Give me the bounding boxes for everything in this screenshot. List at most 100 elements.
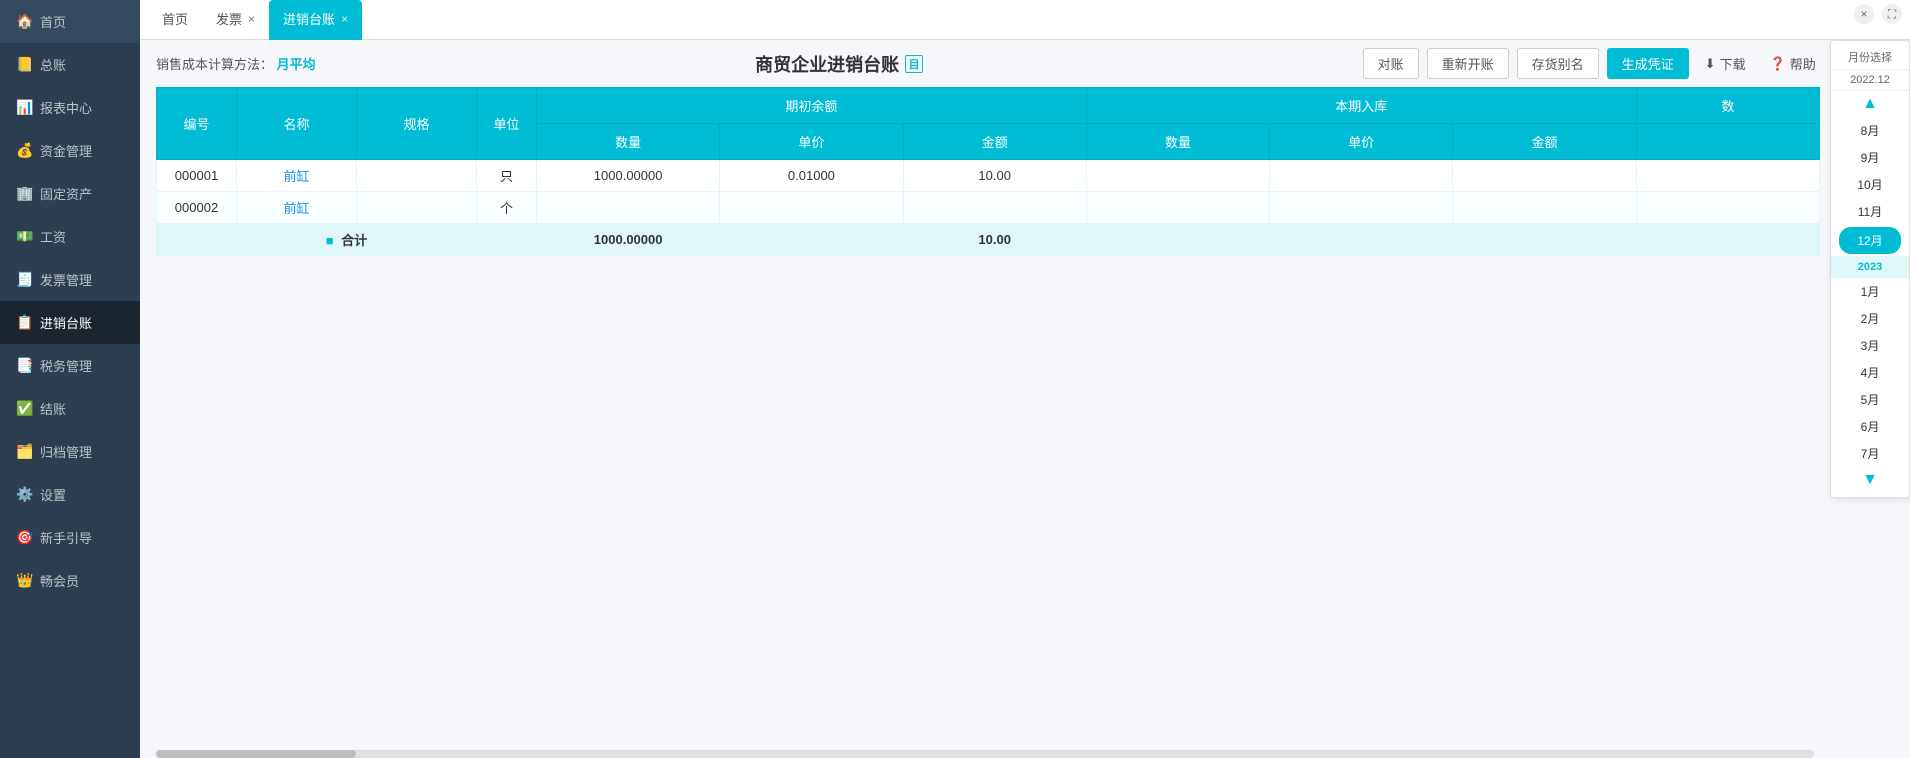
cell-ob-qty bbox=[537, 192, 720, 224]
cell-unit: 个 bbox=[477, 192, 537, 224]
window-controls: × ⛶ bbox=[1854, 4, 1902, 24]
cell-out-qty bbox=[1636, 160, 1819, 192]
sidebar-item-settings[interactable]: ⚙️ 设置 bbox=[0, 473, 140, 516]
total-label: ■ 合计 bbox=[157, 224, 537, 256]
help-button[interactable]: ❓ 帮助 bbox=[1762, 49, 1824, 78]
main-table: 编号 名称 规格 单位 期初余额 本期入库 数 数量 单价 金额 数量 单价 bbox=[156, 87, 1820, 256]
sidebar-item-home[interactable]: 🏠 首页 bbox=[0, 0, 140, 43]
cell-code: 000001 bbox=[157, 160, 237, 192]
scroll-up-button[interactable]: ▲ bbox=[1831, 91, 1909, 117]
content-area: 销售成本计算方法： 月平均 商贸企业进销台账 目 对账 重新开账 存货别名 生成… bbox=[140, 40, 1910, 758]
help-icon: ❓ bbox=[1770, 56, 1786, 72]
cell-in-qty bbox=[1086, 160, 1269, 192]
sidebar: 🏠 首页 📒 总账 📊 报表中心 💰 资金管理 🏢 固定资产 💵 工资 🧾 发票… bbox=[0, 0, 140, 758]
sidebar-item-purchase-sales[interactable]: 📋 进销台账 bbox=[0, 301, 140, 344]
sidebar-item-salary[interactable]: 💵 工资 bbox=[0, 215, 140, 258]
month-picker-panel: 月份选择 2022.12 ▲ 8月 9月 10月 11月 12月 2023 1月… bbox=[1830, 40, 1910, 498]
tab-purchase-sales[interactable]: 进销台账 × bbox=[269, 0, 362, 40]
table-row: 000002 前缸 个 bbox=[157, 192, 1820, 224]
generate-voucher-button[interactable]: 生成凭证 bbox=[1607, 48, 1689, 79]
sidebar-item-tax[interactable]: 📑 税务管理 bbox=[0, 344, 140, 387]
cell-name: 前缸 bbox=[237, 160, 357, 192]
reopen-button[interactable]: 重新开账 bbox=[1427, 48, 1509, 79]
assets-icon: 🏢 bbox=[16, 185, 32, 202]
horizontal-scrollbar[interactable] bbox=[156, 750, 1814, 758]
guide-icon: 🎯 bbox=[16, 529, 32, 546]
cell-unit: 只 bbox=[477, 160, 537, 192]
col-in-qty: 数量 bbox=[1086, 124, 1269, 160]
month-item-2023-1[interactable]: 1月 bbox=[1831, 278, 1909, 305]
scrollbar-thumb[interactable] bbox=[156, 750, 356, 758]
col-opening-balance: 期初余额 bbox=[537, 88, 1087, 124]
col-ob-amount: 金额 bbox=[903, 124, 1086, 160]
col-unit: 单位 bbox=[477, 88, 537, 160]
cell-in-price bbox=[1270, 192, 1453, 224]
product-link[interactable]: 前缸 bbox=[283, 201, 309, 216]
close-invoice-tab[interactable]: × bbox=[248, 12, 255, 26]
table-row: 000001 前缸 只 1000.00000 0.01000 10.00 bbox=[157, 160, 1820, 192]
col-name: 名称 bbox=[237, 88, 357, 160]
tab-home[interactable]: 首页 bbox=[148, 0, 202, 40]
tab-invoice[interactable]: 发票 × bbox=[202, 0, 269, 40]
cell-ob-amount bbox=[903, 192, 1086, 224]
cell-out-qty bbox=[1636, 192, 1819, 224]
total-ob-price bbox=[720, 224, 903, 256]
sidebar-item-assets[interactable]: 🏢 固定资产 bbox=[0, 172, 140, 215]
sidebar-item-invoice-mgmt[interactable]: 🧾 发票管理 bbox=[0, 258, 140, 301]
archive-icon: 🗂️ bbox=[16, 443, 32, 460]
cell-name: 前缸 bbox=[237, 192, 357, 224]
sidebar-item-ledger[interactable]: 📒 总账 bbox=[0, 43, 140, 86]
current-date-display: 2022.12 bbox=[1831, 70, 1909, 91]
info-icon[interactable]: 目 bbox=[905, 55, 923, 73]
col-spec: 规格 bbox=[357, 88, 477, 160]
product-link[interactable]: 前缸 bbox=[283, 169, 309, 184]
cell-ob-qty: 1000.00000 bbox=[537, 160, 720, 192]
maximize-button[interactable]: ⛶ bbox=[1882, 4, 1902, 24]
sidebar-item-settlement[interactable]: ✅ 结账 bbox=[0, 387, 140, 430]
close-button[interactable]: × bbox=[1854, 4, 1874, 24]
scroll-down-button[interactable]: ▼ bbox=[1831, 467, 1909, 493]
vip-icon: 👑 bbox=[16, 572, 32, 589]
month-item-2023-4[interactable]: 4月 bbox=[1831, 359, 1909, 386]
col-in-price: 单价 bbox=[1270, 124, 1453, 160]
month-item-10[interactable]: 10月 bbox=[1831, 171, 1909, 198]
sidebar-item-guide[interactable]: 🎯 新手引导 bbox=[0, 516, 140, 559]
month-item-9[interactable]: 9月 bbox=[1831, 144, 1909, 171]
download-icon: ⬇ bbox=[1705, 56, 1716, 72]
cell-ob-price: 0.01000 bbox=[720, 160, 903, 192]
total-in-amount bbox=[1453, 224, 1636, 256]
main-area: × ⛶ 首页 发票 × 进销台账 × 销售成本计算方法： 月平均 商贸企业进销台… bbox=[140, 0, 1910, 758]
cell-code: 000002 bbox=[157, 192, 237, 224]
sidebar-item-reports[interactable]: 📊 报表中心 bbox=[0, 86, 140, 129]
sidebar-item-archive[interactable]: 🗂️ 归档管理 bbox=[0, 430, 140, 473]
ledger-icon: 📒 bbox=[16, 56, 32, 73]
funds-icon: 💰 bbox=[16, 142, 32, 159]
month-item-2023-5[interactable]: 5月 bbox=[1831, 386, 1909, 413]
col-out-qty-sub bbox=[1636, 124, 1819, 160]
col-code: 编号 bbox=[157, 88, 237, 160]
month-item-8[interactable]: 8月 bbox=[1831, 117, 1909, 144]
toolbar: 对账 重新开账 存货别名 生成凭证 ⬇ 下载 ❓ 帮助 🔄 刷新 bbox=[1363, 48, 1894, 79]
cell-in-amount bbox=[1453, 160, 1636, 192]
month-item-2023-7[interactable]: 7月 bbox=[1831, 440, 1909, 467]
month-item-2023-3[interactable]: 3月 bbox=[1831, 332, 1909, 359]
cell-in-amount bbox=[1453, 192, 1636, 224]
cell-spec bbox=[357, 160, 477, 192]
close-purchase-sales-tab[interactable]: × bbox=[341, 12, 348, 26]
month-item-2023-6[interactable]: 6月 bbox=[1831, 413, 1909, 440]
sidebar-item-funds[interactable]: 💰 资金管理 bbox=[0, 129, 140, 172]
cell-in-qty bbox=[1086, 192, 1269, 224]
save-alias-button[interactable]: 存货别名 bbox=[1517, 48, 1599, 79]
sidebar-item-vip[interactable]: 👑 畅会员 bbox=[0, 559, 140, 602]
total-ob-amount: 10.00 bbox=[903, 224, 1086, 256]
month-item-11[interactable]: 11月 bbox=[1831, 198, 1909, 225]
col-in-amount: 金额 bbox=[1453, 124, 1636, 160]
salary-icon: 💵 bbox=[16, 228, 32, 245]
tax-icon: 📑 bbox=[16, 357, 32, 374]
month-item-12[interactable]: 12月 bbox=[1839, 227, 1901, 254]
table-container[interactable]: 编号 名称 规格 单位 期初余额 本期入库 数 数量 单价 金额 数量 单价 bbox=[140, 87, 1910, 758]
reconcile-button[interactable]: 对账 bbox=[1363, 48, 1419, 79]
total-out-qty bbox=[1636, 224, 1819, 256]
download-button[interactable]: ⬇ 下载 bbox=[1697, 49, 1754, 78]
month-item-2023-2[interactable]: 2月 bbox=[1831, 305, 1909, 332]
